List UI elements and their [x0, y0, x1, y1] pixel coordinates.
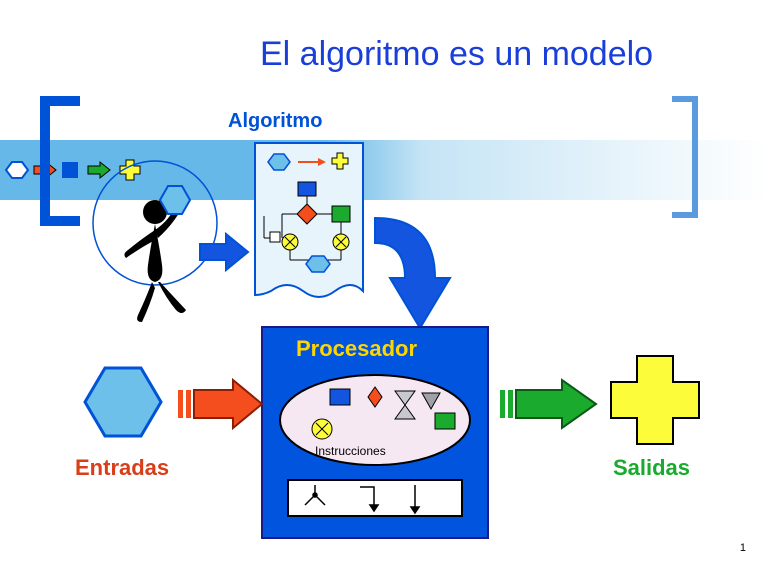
entradas-label: Entradas	[75, 455, 169, 481]
page-title: El algoritmo es un modelo	[260, 35, 653, 74]
bracket-left-icon	[40, 96, 80, 226]
procesador-label: Procesador	[296, 336, 417, 362]
green-arrow-icon	[500, 378, 600, 430]
salidas-label: Salidas	[613, 455, 690, 481]
salidas-cross-icon	[605, 350, 705, 450]
bracket-right-icon	[672, 96, 698, 218]
held-hexagon-icon	[152, 180, 196, 220]
blue-arrow-right-icon	[198, 230, 252, 274]
instrucciones-label: Instrucciones	[315, 444, 386, 458]
algoritmo-label: Algoritmo	[228, 110, 322, 133]
page-number: 1	[740, 542, 746, 554]
algoritmo-document	[250, 138, 370, 308]
entradas-hexagon-icon	[75, 360, 170, 445]
red-arrow-icon	[178, 378, 266, 430]
